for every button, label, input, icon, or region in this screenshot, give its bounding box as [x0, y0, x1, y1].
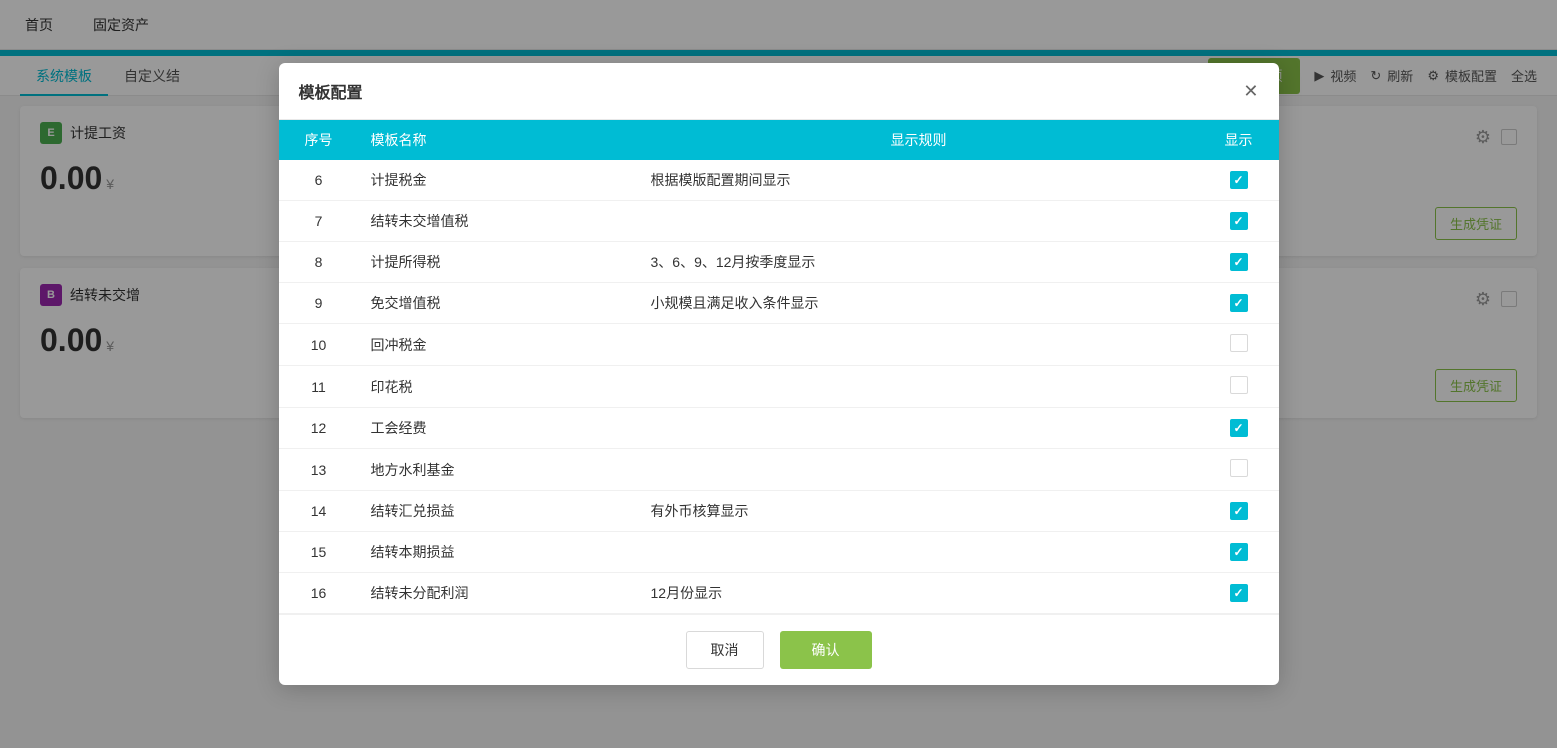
table-row: 15结转本期损益	[279, 532, 1279, 573]
cell-checkbox-9[interactable]	[1199, 532, 1279, 573]
checkbox-5[interactable]	[1230, 376, 1248, 394]
cell-rule-3: 小规模且满足收入条件显示	[639, 283, 1199, 324]
cell-checkbox-10[interactable]	[1199, 573, 1279, 614]
table-row: 11印花税	[279, 366, 1279, 408]
cell-index-6: 12	[279, 408, 359, 449]
cell-name-2: 计提所得税	[359, 242, 639, 283]
modal-close-button[interactable]: ✕	[1243, 82, 1258, 100]
cell-checkbox-8[interactable]	[1199, 491, 1279, 532]
checkbox-3[interactable]	[1230, 294, 1248, 312]
table-row: 12工会经费	[279, 408, 1279, 449]
modal-footer: 取消 确认	[279, 614, 1279, 685]
cell-name-6: 工会经费	[359, 408, 639, 449]
col-header-show: 显示	[1199, 120, 1279, 160]
confirm-button[interactable]: 确认	[780, 631, 872, 669]
cell-rule-1	[639, 201, 1199, 242]
table-row: 16结转未分配利润12月份显示	[279, 573, 1279, 614]
table-row: 13地方水利基金	[279, 449, 1279, 491]
modal-overlay: 模板配置 ✕ 序号 模板名称 显示规则 显示 6计提税金根据模版配置期间显示7结…	[0, 0, 1557, 748]
checkbox-10[interactable]	[1230, 584, 1248, 602]
checkbox-6[interactable]	[1230, 419, 1248, 437]
cell-index-0: 6	[279, 160, 359, 201]
cell-index-8: 14	[279, 491, 359, 532]
modal-header: 模板配置 ✕	[279, 63, 1279, 120]
cell-rule-7	[639, 449, 1199, 491]
config-table: 序号 模板名称 显示规则 显示 6计提税金根据模版配置期间显示7结转未交增值税8…	[279, 120, 1279, 614]
cell-name-0: 计提税金	[359, 160, 639, 201]
checkbox-8[interactable]	[1230, 502, 1248, 520]
cell-checkbox-1[interactable]	[1199, 201, 1279, 242]
cell-name-9: 结转本期损益	[359, 532, 639, 573]
table-row: 6计提税金根据模版配置期间显示	[279, 160, 1279, 201]
cell-index-10: 16	[279, 573, 359, 614]
cancel-button[interactable]: 取消	[686, 631, 764, 669]
cell-name-10: 结转未分配利润	[359, 573, 639, 614]
checkbox-9[interactable]	[1230, 543, 1248, 561]
cell-checkbox-6[interactable]	[1199, 408, 1279, 449]
cell-rule-8: 有外币核算显示	[639, 491, 1199, 532]
cell-checkbox-2[interactable]	[1199, 242, 1279, 283]
cell-name-8: 结转汇兑损益	[359, 491, 639, 532]
cell-index-3: 9	[279, 283, 359, 324]
modal-title: 模板配置	[299, 79, 363, 103]
table-scroll-container[interactable]: 序号 模板名称 显示规则 显示 6计提税金根据模版配置期间显示7结转未交增值税8…	[279, 120, 1279, 614]
cell-name-4: 回冲税金	[359, 324, 639, 366]
col-header-name: 模板名称	[359, 120, 639, 160]
table-row: 7结转未交增值税	[279, 201, 1279, 242]
cell-rule-10: 12月份显示	[639, 573, 1199, 614]
cell-checkbox-0[interactable]	[1199, 160, 1279, 201]
cell-index-1: 7	[279, 201, 359, 242]
cell-rule-5	[639, 366, 1199, 408]
cell-checkbox-5[interactable]	[1199, 366, 1279, 408]
checkbox-1[interactable]	[1230, 212, 1248, 230]
cell-name-7: 地方水利基金	[359, 449, 639, 491]
checkbox-0[interactable]	[1230, 171, 1248, 189]
checkbox-4[interactable]	[1230, 334, 1248, 352]
table-row: 10回冲税金	[279, 324, 1279, 366]
cell-checkbox-3[interactable]	[1199, 283, 1279, 324]
cell-rule-6	[639, 408, 1199, 449]
cell-rule-2: 3、6、9、12月按季度显示	[639, 242, 1199, 283]
template-config-modal: 模板配置 ✕ 序号 模板名称 显示规则 显示 6计提税金根据模版配置期间显示7结…	[279, 63, 1279, 685]
table-row: 9免交增值税小规模且满足收入条件显示	[279, 283, 1279, 324]
cell-index-9: 15	[279, 532, 359, 573]
col-header-index: 序号	[279, 120, 359, 160]
cell-index-7: 13	[279, 449, 359, 491]
cell-rule-4	[639, 324, 1199, 366]
table-body: 6计提税金根据模版配置期间显示7结转未交增值税8计提所得税3、6、9、12月按季…	[279, 160, 1279, 614]
table-row: 14结转汇兑损益有外币核算显示	[279, 491, 1279, 532]
cell-name-3: 免交增值税	[359, 283, 639, 324]
cell-checkbox-7[interactable]	[1199, 449, 1279, 491]
cell-index-4: 10	[279, 324, 359, 366]
checkbox-2[interactable]	[1230, 253, 1248, 271]
col-header-rule: 显示规则	[639, 120, 1199, 160]
cell-name-5: 印花税	[359, 366, 639, 408]
cell-checkbox-4[interactable]	[1199, 324, 1279, 366]
modal-body: 序号 模板名称 显示规则 显示 6计提税金根据模版配置期间显示7结转未交增值税8…	[279, 120, 1279, 614]
cell-index-5: 11	[279, 366, 359, 408]
cell-name-1: 结转未交增值税	[359, 201, 639, 242]
table-row: 8计提所得税3、6、9、12月按季度显示	[279, 242, 1279, 283]
table-header: 序号 模板名称 显示规则 显示	[279, 120, 1279, 160]
cell-rule-0: 根据模版配置期间显示	[639, 160, 1199, 201]
cell-index-2: 8	[279, 242, 359, 283]
cell-rule-9	[639, 532, 1199, 573]
checkbox-7[interactable]	[1230, 459, 1248, 477]
